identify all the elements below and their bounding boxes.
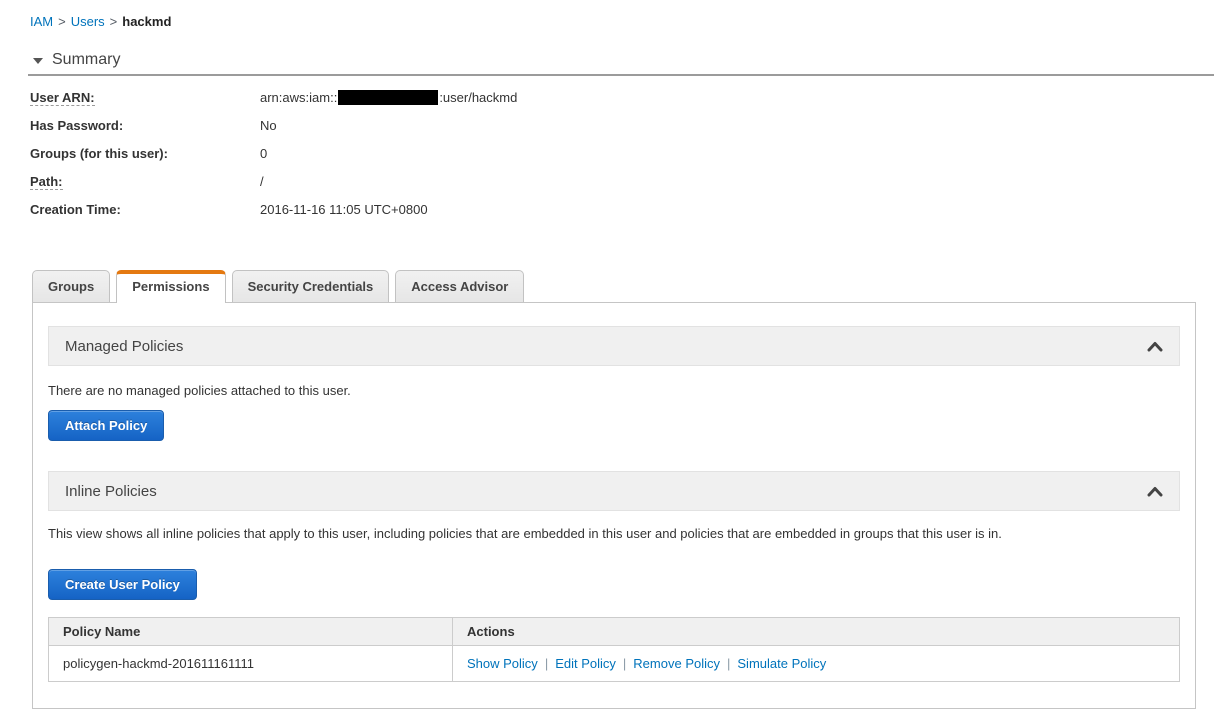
create-user-policy-button[interactable]: Create User Policy: [48, 569, 197, 600]
path-label: Path:: [30, 174, 63, 190]
managed-policies-title: Managed Policies: [65, 337, 184, 355]
field-label: Has Password:: [30, 112, 260, 140]
breadcrumb-current-user: hackmd: [122, 14, 172, 29]
summary-header[interactable]: Summary: [30, 51, 1196, 69]
tab-strip: Groups Permissions Security Credentials …: [32, 270, 1196, 303]
has-password-label: Has Password:: [30, 118, 124, 133]
summary-fields: User ARN: arn:aws:iam:::user/hackmd Has …: [30, 84, 1196, 224]
inline-policies-section-header[interactable]: Inline Policies: [48, 471, 1180, 511]
breadcrumb-link-users[interactable]: Users: [71, 14, 105, 29]
field-label: User ARN:: [30, 84, 260, 112]
policy-name-cell: policygen-hackmd-201611161111: [48, 645, 453, 682]
field-label: Groups (for this user):: [30, 140, 260, 168]
attach-policy-button[interactable]: Attach Policy: [48, 410, 165, 441]
field-label: Path:: [30, 168, 260, 196]
user-arn-value: arn:aws:iam:::user/hackmd: [260, 84, 517, 112]
path-value: /: [260, 174, 264, 189]
inline-policies-title: Inline Policies: [65, 482, 157, 500]
action-separator: |: [544, 656, 549, 671]
action-separator: |: [727, 656, 731, 671]
breadcrumb: IAM > Users > hackmd: [30, 14, 1196, 29]
show-policy-link[interactable]: Show Policy: [467, 656, 538, 671]
field-row-user-arn: User ARN: arn:aws:iam:::user/hackmd: [30, 84, 1196, 112]
remove-policy-link[interactable]: Remove Policy: [633, 656, 720, 671]
table-row: policygen-hackmd-201611161111 Show Polic…: [48, 645, 1180, 682]
action-separator: |: [622, 656, 627, 671]
field-label: Creation Time:: [30, 196, 260, 224]
managed-policies-section-header[interactable]: Managed Policies: [48, 326, 1180, 366]
field-row-creation-time: Creation Time: 2016-11-16 11:05 UTC+0800: [30, 196, 1196, 224]
simulate-policy-link[interactable]: Simulate Policy: [737, 656, 826, 671]
summary-title: Summary: [52, 51, 121, 68]
user-arn-label: User ARN:: [30, 90, 95, 106]
field-row-path: Path: /: [30, 168, 1196, 196]
has-password-value: No: [260, 118, 277, 133]
tab-permissions[interactable]: Permissions: [116, 270, 226, 303]
table-header-row: Policy Name Actions: [48, 617, 1180, 646]
breadcrumb-link-iam[interactable]: IAM: [30, 14, 53, 29]
managed-policies-empty-message: There are no managed policies attached t…: [48, 383, 351, 398]
breadcrumb-separator: >: [58, 14, 66, 29]
edit-policy-link[interactable]: Edit Policy: [555, 656, 616, 671]
actions-column-header: Actions: [452, 617, 1180, 646]
permissions-tab-panel: Managed Policies There are no managed po…: [32, 302, 1196, 709]
inline-policies-table: Policy Name Actions policygen-hackmd-201…: [48, 617, 1180, 682]
policy-actions-cell: Show Policy | Edit Policy | Remove Policy | Si…: [452, 645, 1180, 682]
breadcrumb-separator: >: [109, 14, 118, 29]
field-row-groups: Groups (for this user): 0: [30, 140, 1196, 168]
tab-security-credentials[interactable]: Security Credentials: [231, 270, 390, 302]
creation-time-label: Creation Time:: [30, 202, 121, 217]
arn-prefix: arn:aws:iam::: [260, 90, 338, 105]
groups-value: 0: [260, 146, 268, 161]
iam-user-detail-page: IAM > Users > hackmd Summary User ARN: arn:a…: [0, 0, 1214, 709]
tab-access-advisor[interactable]: Access Advisor: [395, 270, 525, 302]
collapse-triangle-icon[interactable]: [33, 58, 43, 64]
summary-divider: [28, 74, 1214, 76]
groups-label: Groups (for this user):: [30, 146, 168, 161]
policy-name-column-header: Policy Name: [48, 617, 453, 646]
creation-time-value: 2016-11-16 11:05 UTC+0800: [260, 202, 428, 217]
inline-policies-description: This view shows all inline policies that…: [48, 526, 1002, 541]
chevron-up-icon[interactable]: [1147, 341, 1163, 352]
arn-suffix: :user/hackmd: [439, 90, 518, 105]
field-row-has-password: Has Password: No: [30, 112, 1196, 140]
redacted-account-id: [338, 90, 439, 105]
tab-groups[interactable]: Groups: [32, 270, 111, 302]
tab-area: Groups Permissions Security Credentials …: [32, 270, 1196, 709]
chevron-up-icon[interactable]: [1147, 486, 1163, 497]
